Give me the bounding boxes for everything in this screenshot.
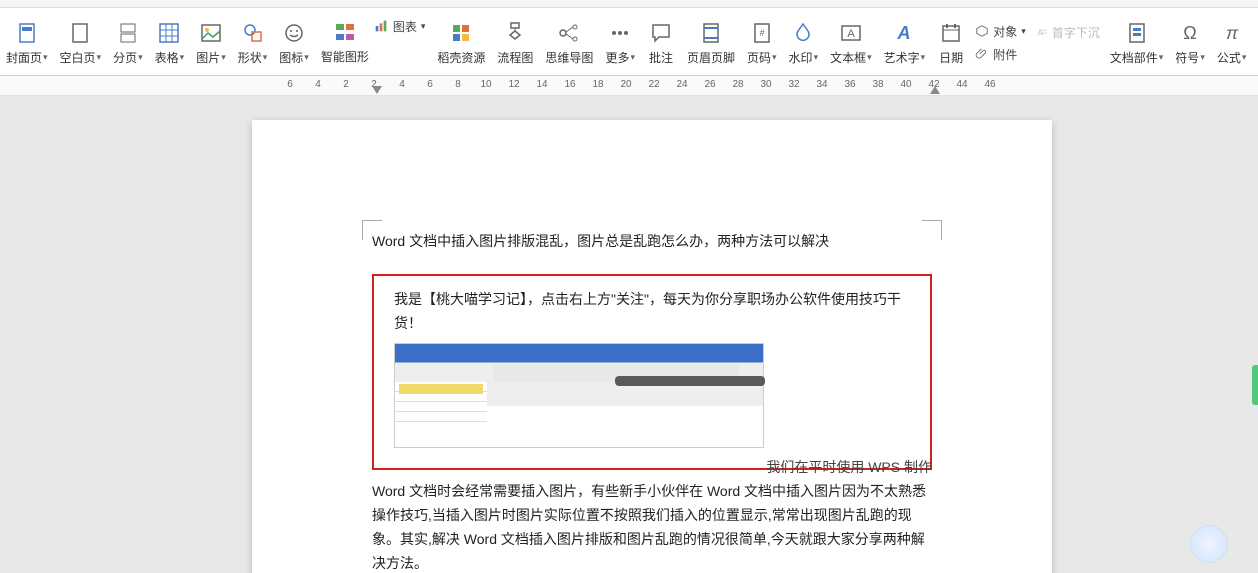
- ruler-tick: 30: [760, 79, 771, 90]
- ruler-tick: 4: [315, 79, 321, 90]
- doc-line-1[interactable]: Word 文档中插入图片排版混乱，图片总是乱跑怎么办，两种方法可以解决: [372, 230, 932, 254]
- ruler-tick: 22: [648, 79, 659, 90]
- shapes-button[interactable]: 形状▾: [232, 12, 274, 74]
- smartart-button[interactable]: 智能图形 图表▾: [315, 12, 432, 74]
- document-page[interactable]: Word 文档中插入图片排版混乱，图片总是乱跑怎么办，两种方法可以解决 我是【桃…: [252, 120, 1052, 573]
- ruler-tick: 14: [536, 79, 547, 90]
- ruler-tick: 36: [844, 79, 855, 90]
- dropcap-button[interactable]: A首字下沉: [1034, 24, 1100, 41]
- ruler-tick: 4: [399, 79, 405, 90]
- ruler-tick: 16: [564, 79, 575, 90]
- svg-text:Ω: Ω: [1183, 23, 1196, 43]
- ruler-tick: 24: [676, 79, 687, 90]
- chart-button[interactable]: 图表▾: [373, 18, 426, 35]
- watermark-button[interactable]: 水印▾: [783, 12, 825, 74]
- cover-page-button[interactable]: 封面页▾: [0, 12, 54, 74]
- page-break-button[interactable]: 分页▾: [107, 12, 149, 74]
- ruler-tick: 44: [956, 79, 967, 90]
- ruler-tick: 8: [455, 79, 461, 90]
- embedded-screenshot[interactable]: [394, 343, 764, 448]
- attachment-button[interactable]: 附件: [975, 46, 1026, 63]
- doc-overlap[interactable]: 我们在平时使用 WPS 制作: [372, 456, 932, 480]
- ruler-tick: 2: [343, 79, 349, 90]
- textbox-button[interactable]: A 文本框▾: [824, 12, 878, 74]
- ruler-tick: 6: [427, 79, 433, 90]
- svg-text:A: A: [847, 28, 855, 40]
- page-number-button[interactable]: # 页码▾: [741, 12, 783, 74]
- flowchart-button[interactable]: 流程图: [491, 12, 539, 74]
- ruler-tick: 38: [872, 79, 883, 90]
- side-tab[interactable]: [1252, 365, 1258, 405]
- icons-button[interactable]: 图标▾: [273, 12, 315, 74]
- ribbon-toolbar: 封面页▾ 空白页▾ 分页▾ 表格▾ 图片▾ 形状▾ 图标▾ 智能图形 图表▾ 稻…: [0, 8, 1258, 76]
- assistant-bubble[interactable]: [1190, 525, 1228, 563]
- date-button[interactable]: 日期: [931, 12, 971, 74]
- doc-para2[interactable]: Word 文档时会经常需要插入图片，有些新手小伙伴在 Word 文档中插入图片因…: [372, 480, 932, 573]
- table-button[interactable]: 表格▾: [149, 12, 191, 74]
- resources-button[interactable]: 稻壳资源: [431, 12, 491, 74]
- horizontal-ruler[interactable]: 6422468101214161820222426283032343638404…: [0, 76, 1258, 96]
- header-footer-button[interactable]: 页眉页脚: [681, 12, 741, 74]
- ruler-tick: 10: [480, 79, 491, 90]
- ruler-tick: 20: [620, 79, 631, 90]
- symbol-button[interactable]: Ω 符号▾: [1169, 12, 1211, 74]
- ruler-tick: 34: [816, 79, 827, 90]
- ruler-tick: 40: [900, 79, 911, 90]
- doc-parts-button[interactable]: 文档部件▾: [1104, 12, 1170, 74]
- ruler-tick: 6: [287, 79, 293, 90]
- highlighted-block: 我是【桃大喵学习记】，点击右上方"关注"，每天为你分享职场办公软件使用技巧干货！: [372, 274, 932, 471]
- svg-text:π: π: [1226, 23, 1239, 43]
- dots-icon: [606, 19, 634, 47]
- object-button[interactable]: 对象▾: [975, 23, 1026, 40]
- blank-page-button[interactable]: 空白页▾: [54, 12, 108, 74]
- mindmap-button[interactable]: 思维导图: [539, 12, 599, 74]
- ruler-tick: 32: [788, 79, 799, 90]
- ruler-tick: 18: [592, 79, 603, 90]
- ruler-tick: 28: [732, 79, 743, 90]
- ruler-tick: 12: [508, 79, 519, 90]
- picture-button[interactable]: 图片▾: [190, 12, 232, 74]
- svg-text:#: #: [759, 28, 764, 38]
- svg-text:A: A: [897, 23, 911, 43]
- comment-button[interactable]: 批注: [641, 12, 681, 74]
- more-button[interactable]: 更多▾: [599, 12, 641, 74]
- doc-boxline[interactable]: 我是【桃大喵学习记】，点击右上方"关注"，每天为你分享职场办公软件使用技巧干货！: [394, 288, 910, 336]
- ruler-tick: 46: [984, 79, 995, 90]
- wordart-button[interactable]: A 艺术字▾: [878, 12, 932, 74]
- document-area: Word 文档中插入图片排版混乱，图片总是乱跑怎么办，两种方法可以解决 我是【桃…: [0, 96, 1258, 573]
- ruler-tick: 26: [704, 79, 715, 90]
- equation-button[interactable]: π 公式▾: [1211, 12, 1253, 74]
